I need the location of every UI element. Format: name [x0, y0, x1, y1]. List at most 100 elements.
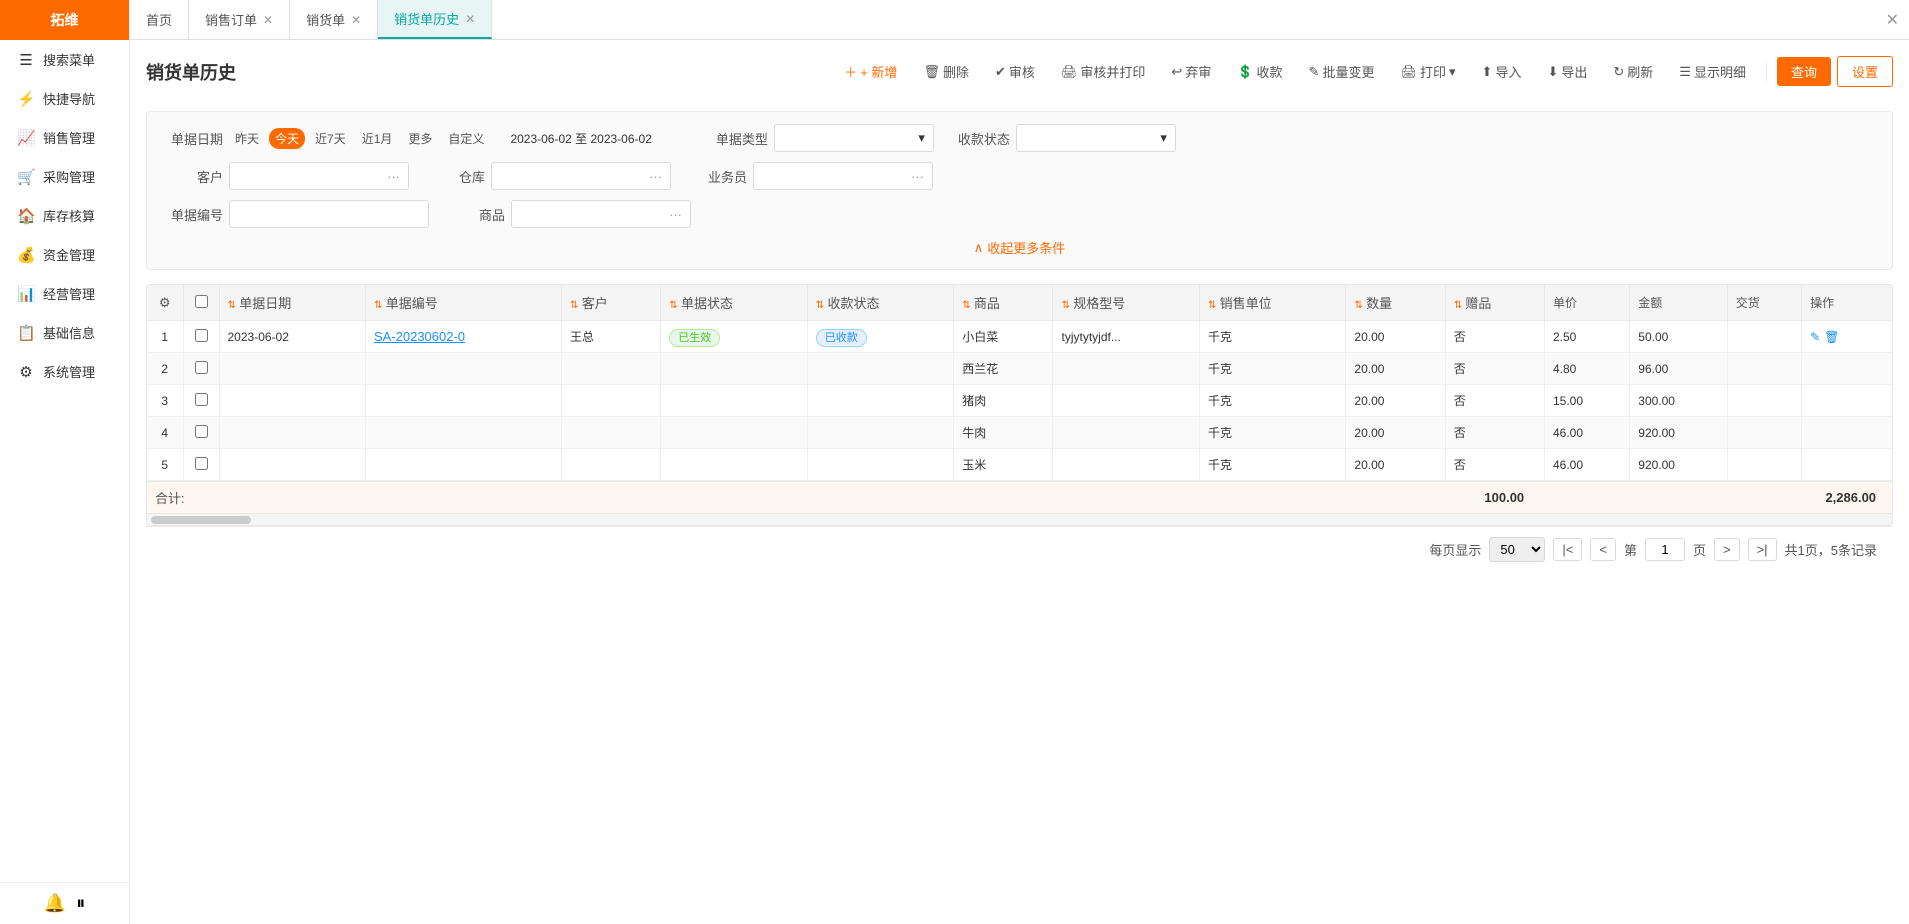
doc-number-cell[interactable]	[365, 353, 561, 385]
page-first-button[interactable]: |<	[1553, 538, 1582, 561]
staff-input[interactable]: ···	[753, 162, 933, 190]
staff-dots-icon[interactable]: ···	[911, 169, 924, 184]
action-cell[interactable]	[1802, 449, 1892, 481]
sidebar-item-inventory[interactable]: 🏠 库存核算	[0, 196, 129, 235]
sidebar-item-basic-info[interactable]: 📋 基础信息	[0, 313, 129, 352]
sidebar-item-system-mgmt[interactable]: ⚙ 系统管理	[0, 352, 129, 391]
tab-sales-history[interactable]: 销货单历史 ✕	[378, 0, 492, 39]
collapse-button[interactable]: ∧ 收起更多条件	[163, 238, 1876, 257]
sidebar-item-purchase-mgmt[interactable]: 🛒 采购管理	[0, 157, 129, 196]
page-number-input[interactable]	[1645, 538, 1685, 561]
payment-status-input[interactable]: ▾	[1016, 124, 1176, 152]
pause-icon[interactable]: ⏸	[76, 893, 85, 914]
date-more-btn[interactable]: 更多	[402, 128, 438, 149]
warehouse-dots-icon[interactable]: ···	[649, 169, 662, 184]
export-button[interactable]: ⬇ 导出	[1537, 57, 1597, 86]
date-yesterday-btn[interactable]: 昨天	[229, 128, 265, 149]
scroll-thumb[interactable]	[151, 516, 251, 524]
sidebar-item-finance[interactable]: 💰 资金管理	[0, 235, 129, 274]
table-footer: 合计: 100.00 2,286.00	[147, 481, 1892, 513]
row-checkbox[interactable]	[195, 361, 208, 374]
th-doc-number[interactable]: ⇅ 单据编号	[365, 285, 561, 321]
tab-sales-goods[interactable]: 销货单 ✕	[290, 0, 378, 39]
doc-number-cell[interactable]	[365, 417, 561, 449]
sidebar-item-quick-nav[interactable]: ⚡ 快捷导航	[0, 79, 129, 118]
row-num-cell: 1	[147, 321, 183, 353]
tab-sales-order[interactable]: 销售订单 ✕	[189, 0, 290, 39]
row-checkbox-cell[interactable]	[183, 321, 219, 353]
row-checkbox-cell[interactable]	[183, 449, 219, 481]
th-quantity[interactable]: ⇅ 数量	[1346, 285, 1445, 321]
page-prev-button[interactable]: <	[1590, 538, 1616, 561]
action-cell[interactable]	[1802, 353, 1892, 385]
horizontal-scrollbar[interactable]	[147, 513, 1892, 525]
th-doc-date[interactable]: ⇅ 单据日期	[219, 285, 365, 321]
notification-icon[interactable]: 🔔	[44, 893, 66, 914]
per-page-select[interactable]: 50 20 100	[1489, 537, 1545, 562]
review-print-button[interactable]: 🖨 审核并打印	[1051, 57, 1156, 86]
date-1month-btn[interactable]: 近1月	[356, 128, 399, 149]
row-checkbox[interactable]	[195, 425, 208, 438]
goods-dots-icon[interactable]: ···	[669, 207, 682, 222]
action-cell[interactable]: ✎🗑	[1802, 321, 1892, 353]
select-all-checkbox[interactable]	[195, 295, 208, 308]
settings-button[interactable]: 设置	[1837, 56, 1893, 87]
refresh-button[interactable]: ↻ 刷新	[1603, 57, 1663, 86]
action-link[interactable]: 🗑	[1824, 330, 1839, 344]
th-settings[interactable]: ⚙	[147, 285, 183, 321]
sidebar-item-search-menu[interactable]: ☰ 搜索菜单	[0, 40, 129, 79]
row-checkbox[interactable]	[195, 457, 208, 470]
th-doc-status[interactable]: ⇅ 单据状态	[661, 285, 807, 321]
customer-cell	[561, 353, 660, 385]
transaction-cell	[1727, 353, 1801, 385]
batch-change-button[interactable]: ✎ 批量变更	[1299, 57, 1385, 86]
doc-number-cell[interactable]	[365, 449, 561, 481]
tab-home[interactable]: 首页	[130, 0, 189, 39]
doc-number-input[interactable]	[229, 200, 429, 228]
date-7days-btn[interactable]: 近7天	[309, 128, 352, 149]
date-custom-btn[interactable]: 自定义	[442, 128, 490, 149]
doc-date-label: 单据日期	[163, 129, 223, 148]
new-button[interactable]: ＋ + 新增	[834, 57, 907, 86]
th-customer[interactable]: ⇅ 客户	[561, 285, 660, 321]
review-button[interactable]: ✔ 审核	[985, 57, 1045, 86]
row-checkbox-cell[interactable]	[183, 353, 219, 385]
date-today-btn[interactable]: 今天	[269, 128, 305, 149]
th-sales-unit[interactable]: ⇅ 销售单位	[1199, 285, 1345, 321]
discard-button[interactable]: ↩ 弃审	[1161, 57, 1221, 86]
tab-sales-history-close[interactable]: ✕	[465, 12, 475, 26]
import-button[interactable]: ⬆ 导入	[1472, 57, 1532, 86]
th-goods[interactable]: ⇅ 商品	[954, 285, 1053, 321]
print-button[interactable]: 🖨 打印 ▾	[1390, 57, 1465, 86]
row-checkbox-cell[interactable]	[183, 385, 219, 417]
show-detail-button[interactable]: ☰ 显示明细	[1669, 57, 1756, 86]
goods-input[interactable]: ···	[511, 200, 691, 228]
query-button[interactable]: 查询	[1777, 57, 1831, 86]
action-cell[interactable]	[1802, 417, 1892, 449]
tab-sales-order-close[interactable]: ✕	[263, 13, 273, 27]
th-gift[interactable]: ⇅ 赠品	[1445, 285, 1544, 321]
page-next-button[interactable]: >	[1714, 538, 1740, 561]
sidebar-item-operations[interactable]: 📊 经营管理	[0, 274, 129, 313]
action-link[interactable]: ✎	[1810, 330, 1820, 344]
customer-input[interactable]: ···	[229, 162, 409, 190]
delete-button[interactable]: 🗑 删除	[913, 57, 979, 86]
window-close-button[interactable]: ✕	[1886, 10, 1899, 30]
th-payment-status[interactable]: ⇅ 收款状态	[807, 285, 953, 321]
action-cell[interactable]	[1802, 385, 1892, 417]
doc-number-cell[interactable]: SA-20230602-0	[365, 321, 561, 353]
collect-button[interactable]: 💲 收款	[1227, 57, 1292, 86]
row-checkbox[interactable]	[195, 329, 208, 342]
sidebar-item-sales-mgmt[interactable]: 📈 销售管理	[0, 118, 129, 157]
warehouse-input[interactable]: ···	[491, 162, 671, 190]
row-checkbox[interactable]	[195, 393, 208, 406]
page-last-button[interactable]: >|	[1748, 538, 1777, 561]
doc-number-cell[interactable]	[365, 385, 561, 417]
row-checkbox-cell[interactable]	[183, 417, 219, 449]
th-spec[interactable]: ⇅ 规格型号	[1053, 285, 1199, 321]
customer-dots-icon[interactable]: ···	[387, 169, 400, 184]
doc-number-link[interactable]: SA-20230602-0	[374, 329, 465, 344]
doc-type-input[interactable]: ▾	[774, 124, 934, 152]
table-settings-icon[interactable]: ⚙	[159, 295, 171, 310]
tab-sales-goods-close[interactable]: ✕	[351, 13, 361, 27]
